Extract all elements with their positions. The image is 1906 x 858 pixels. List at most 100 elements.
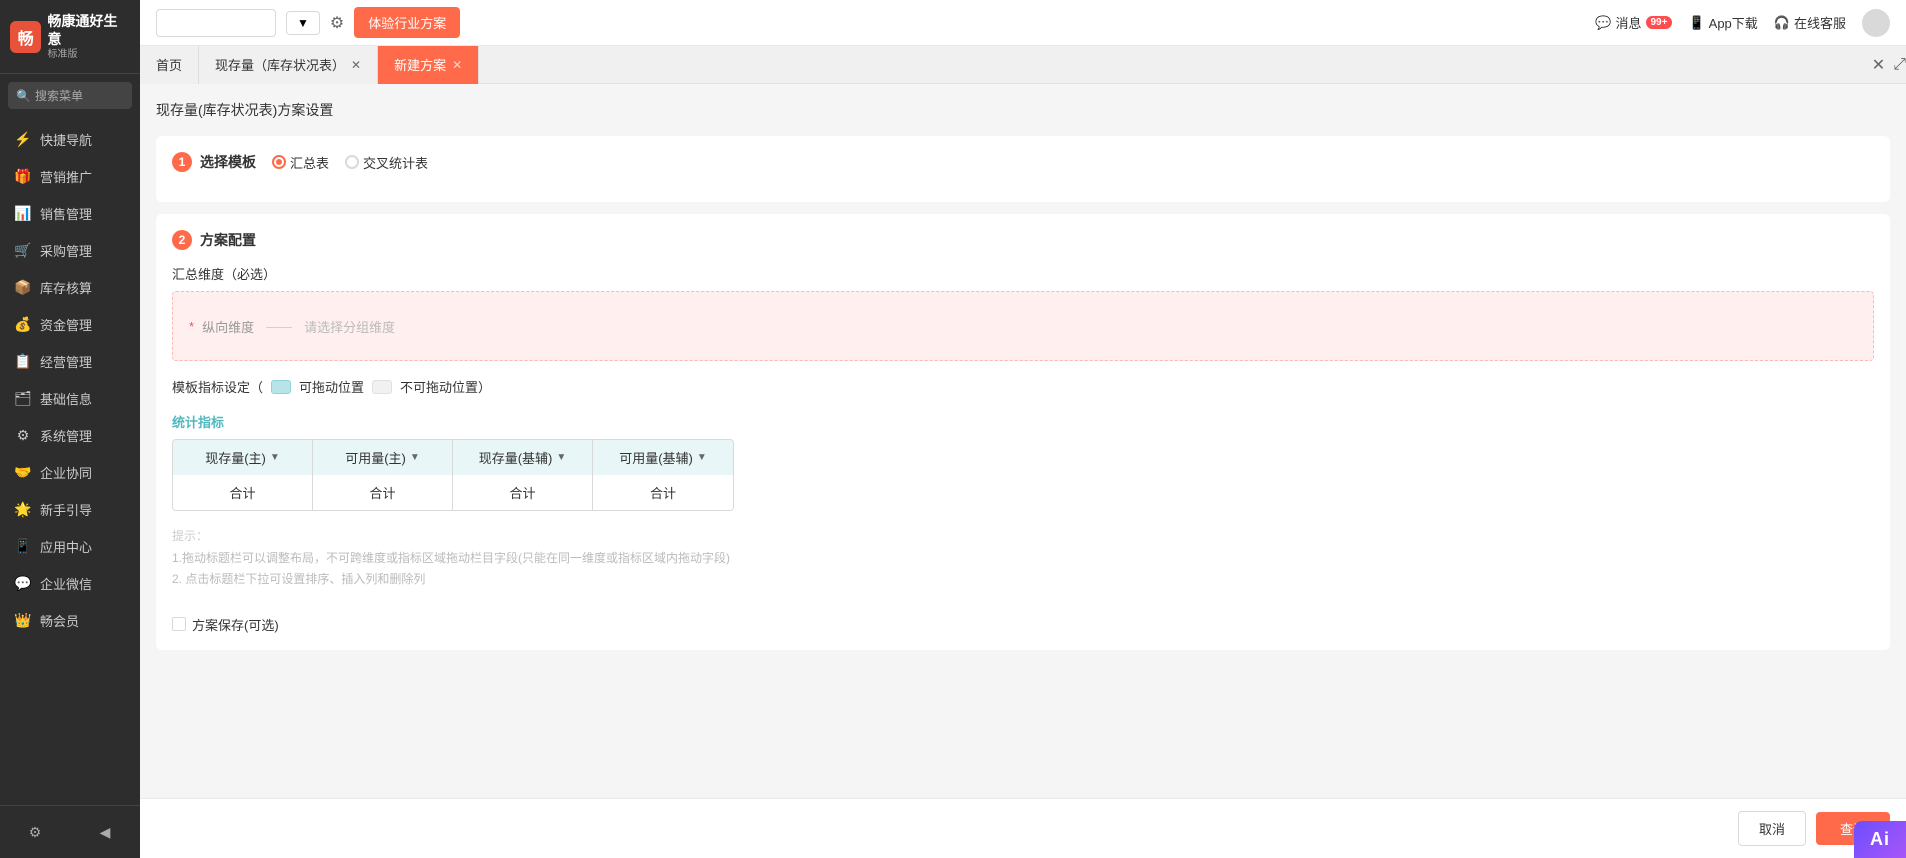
- col3-chevron: ▼: [697, 452, 707, 463]
- stats-body-row: 合计 合计 合计 合计: [173, 475, 733, 510]
- section-template: 1 选择模板 汇总表 交叉统计表: [156, 136, 1890, 202]
- section2-header: 2 方案配置: [172, 230, 1874, 250]
- sidebar-item-apps[interactable]: 📱 应用中心: [0, 528, 140, 565]
- window-close-btn[interactable]: ✕: [1872, 55, 1885, 75]
- sidebar-nav: ⚡ 快捷导航 🎁 营销推广 📊 销售管理 🛒 采购管理 📦 库存核算 💰 资金管…: [0, 117, 140, 805]
- top-bar: ▼ ⚙ 体验行业方案 💬 消息 99+ 📱 App下载 🎧 在线客服: [140, 0, 1906, 46]
- top-search-input[interactable]: [156, 9, 276, 37]
- col1-chevron: ▼: [410, 452, 420, 463]
- save-checkbox[interactable]: [172, 617, 186, 631]
- sidebar-item-sales[interactable]: 📊 销售管理: [0, 195, 140, 232]
- page-title: 现存量(库存状况表)方案设置: [156, 100, 1890, 120]
- inventory-icon: 📦: [14, 279, 32, 297]
- sidebar-item-quicknav[interactable]: ⚡ 快捷导航: [0, 121, 140, 158]
- sidebar: 畅 畅康通好生意 标准版 🔍 搜索菜单 ⚡ 快捷导航 🎁 营销推广 📊 销售管理…: [0, 0, 140, 858]
- save-option-label: 方案保存(可选): [192, 615, 279, 634]
- section1-num: 1: [172, 152, 192, 172]
- template-indicator-row: 模板指标设定（ 可拖动位置 不可拖动位置）: [172, 377, 1874, 396]
- dimension-placeholder: 请选择分组维度: [304, 317, 395, 336]
- sidebar-item-wechat[interactable]: 💬 企业微信: [0, 565, 140, 602]
- sidebar-item-finance[interactable]: 💰 资金管理: [0, 306, 140, 343]
- col2-chevron: ▼: [556, 452, 566, 463]
- tips-section: 提示： 1.拖动标题栏可以调整布局，不可跨维度或指标区域拖动栏目字段(只能在同一…: [172, 526, 1874, 591]
- operations-icon: 📋: [14, 353, 32, 371]
- radio-cross-dot: [345, 155, 359, 169]
- radio-summary[interactable]: 汇总表: [272, 153, 329, 172]
- sidebar-item-member[interactable]: 👑 畅会员: [0, 602, 140, 639]
- window-controls: ✕ ⤢: [1872, 55, 1906, 75]
- sidebar-logo: 畅 畅康通好生意 标准版: [0, 0, 140, 74]
- quicknav-icon: ⚡: [14, 131, 32, 149]
- sidebar-item-corp[interactable]: 🤝 企业协同: [0, 454, 140, 491]
- corp-icon: 🤝: [14, 464, 32, 482]
- sidebar-search[interactable]: 🔍 搜索菜单: [8, 82, 132, 109]
- stats-body-3: 合计: [593, 475, 733, 510]
- dimension-required-area[interactable]: * 纵向维度 —— 请选择分组维度: [172, 291, 1874, 361]
- tip1: 1.拖动标题栏可以调整布局，不可跨维度或指标区域拖动栏目字段(只能在同一维度或指…: [172, 551, 730, 565]
- ai-float-button[interactable]: Ai: [1854, 821, 1906, 858]
- stats-body-2: 合计: [453, 475, 593, 510]
- logo-icon: 畅: [10, 21, 41, 53]
- top-bar-left: ▼ ⚙ 体验行业方案: [156, 7, 460, 38]
- dropdown-btn[interactable]: ▼: [286, 11, 320, 35]
- tab-new-scheme[interactable]: 新建方案 ✕: [378, 46, 479, 84]
- sidebar-item-purchase[interactable]: 🛒 采购管理: [0, 232, 140, 269]
- gear-btn[interactable]: ⚙: [330, 13, 344, 33]
- messages-badge: 99+: [1646, 16, 1673, 29]
- app-download-btn[interactable]: 📱 App下载: [1688, 13, 1757, 32]
- tab-inventory-status[interactable]: 现存量（库存状况表） ✕: [199, 46, 378, 84]
- settings-footer-icon: ⚙: [29, 824, 42, 841]
- stats-header-row: 现存量(主) ▼ 可用量(主) ▼ 现存量(基辅) ▼ 可用量(基辅): [173, 440, 733, 475]
- online-service-btn[interactable]: 🎧 在线客服: [1774, 13, 1846, 32]
- logo-text: 畅康通好生意 标准版: [47, 12, 130, 61]
- dimension-name: 纵向维度: [202, 317, 254, 336]
- sales-icon: 📊: [14, 205, 32, 223]
- messages-btn[interactable]: 💬 消息 99+: [1595, 13, 1672, 32]
- section2-title: 方案配置: [200, 230, 256, 250]
- sidebar-item-basic[interactable]: 🗂 基础信息: [0, 380, 140, 417]
- sidebar-item-operations[interactable]: 📋 经营管理: [0, 343, 140, 380]
- tab-new-scheme-close-btn[interactable]: ✕: [452, 58, 462, 72]
- radio-cross[interactable]: 交叉统计表: [345, 153, 428, 172]
- stats-col-0[interactable]: 现存量(主) ▼: [173, 440, 313, 475]
- not-draggable-indicator: [372, 380, 392, 394]
- section-config: 2 方案配置 汇总维度（必选） * 纵向维度 —— 请选择分组维度 模板指标设定…: [156, 214, 1890, 650]
- tab-inventory-close-btn[interactable]: ✕: [351, 58, 361, 72]
- settings-footer-btn[interactable]: ⚙: [19, 816, 51, 848]
- stats-section: 统计指标 现存量(主) ▼ 可用量(主) ▼ 现存量(基辅): [172, 412, 1874, 514]
- sidebar-item-inventory[interactable]: 📦 库存核算: [0, 269, 140, 306]
- dimension-label: 汇总维度（必选）: [172, 264, 1874, 283]
- marketing-icon: 🎁: [14, 168, 32, 186]
- member-icon: 👑: [14, 612, 32, 630]
- spacer: [172, 591, 1874, 607]
- tab-home[interactable]: 首页: [140, 46, 199, 84]
- apps-icon: 📱: [14, 538, 32, 556]
- sidebar-item-system[interactable]: ⚙ 系统管理: [0, 417, 140, 454]
- search-icon: 🔍: [16, 89, 31, 103]
- user-avatar[interactable]: [1862, 9, 1890, 37]
- required-mark: *: [189, 319, 194, 334]
- collapse-footer-btn[interactable]: ◀: [89, 816, 121, 848]
- guide-icon: 🌟: [14, 501, 32, 519]
- headset-icon: 🎧: [1774, 15, 1790, 31]
- purchase-icon: 🛒: [14, 242, 32, 260]
- top-bar-right: 💬 消息 99+ 📱 App下载 🎧 在线客服: [1595, 9, 1890, 37]
- experience-btn[interactable]: 体验行业方案: [354, 7, 460, 38]
- basic-icon: 🗂: [14, 390, 32, 408]
- radio-summary-dot: [272, 155, 286, 169]
- main-area: ▼ ⚙ 体验行业方案 💬 消息 99+ 📱 App下载 🎧 在线客服 首页: [140, 0, 1906, 858]
- sidebar-footer: ⚙ ◀: [0, 805, 140, 858]
- cancel-button[interactable]: 取消: [1738, 811, 1806, 846]
- wechat-icon: 💬: [14, 575, 32, 593]
- stats-col-1[interactable]: 可用量(主) ▼: [313, 440, 453, 475]
- section1-title: 选择模板: [200, 152, 256, 172]
- stats-table: 现存量(主) ▼ 可用量(主) ▼ 现存量(基辅) ▼ 可用量(基辅): [172, 439, 734, 511]
- sidebar-item-guide[interactable]: 🌟 新手引导: [0, 491, 140, 528]
- footer-bar: 取消 查询: [140, 798, 1906, 858]
- stats-col-2[interactable]: 现存量(基辅) ▼: [453, 440, 593, 475]
- template-indicator-label: 模板指标设定（: [172, 377, 263, 396]
- stats-col-3[interactable]: 可用量(基辅) ▼: [593, 440, 733, 475]
- sidebar-item-marketing[interactable]: 🎁 营销推广: [0, 158, 140, 195]
- window-maximize-btn[interactable]: ⤢: [1893, 56, 1906, 74]
- tips-title: 提示：: [172, 529, 208, 543]
